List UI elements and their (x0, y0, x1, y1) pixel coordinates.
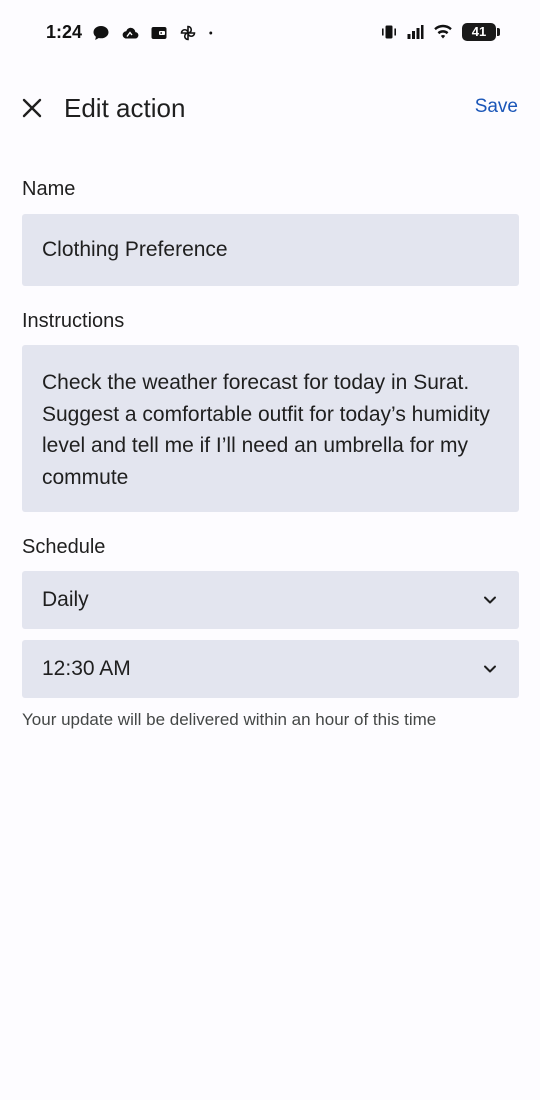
chevron-down-icon (484, 596, 496, 604)
wallet-icon (151, 27, 167, 39)
notification-icons (92, 24, 218, 42)
signal-icon (407, 25, 424, 39)
pinwheel-icon (180, 25, 196, 41)
status-bar: 1:24 41 (0, 0, 540, 66)
wifi-icon (434, 24, 452, 39)
system-icons: 41 (380, 23, 500, 41)
schedule-helper-text: Your update will be delivered within an … (22, 710, 437, 729)
chat-bubble-icon (93, 26, 109, 40)
edit-action-screen: 1:24 41 Edit action Save Name Clothing P… (0, 0, 540, 1100)
page-title: Edit action (64, 93, 186, 123)
battery-icon: 41 (462, 23, 500, 41)
top-app-bar: Edit action Save (0, 80, 540, 136)
notification-dot-icon (209, 31, 213, 35)
name-label: Name (22, 178, 76, 200)
chevron-down-icon (484, 665, 496, 673)
frequency-value: Daily (42, 588, 89, 611)
instructions-label: Instructions (22, 310, 125, 332)
status-time: 1:24 (46, 22, 83, 42)
time-value: 12:30 AM (42, 657, 131, 680)
battery-level: 41 (471, 24, 487, 39)
close-icon (22, 98, 42, 118)
vibrate-icon (382, 25, 396, 39)
schedule-label: Schedule (22, 536, 106, 558)
save-button[interactable]: Save (475, 96, 518, 118)
cloud-icon (122, 27, 139, 39)
name-field[interactable]: Clothing Preference (22, 214, 519, 286)
instructions-field[interactable]: Check the weather forecast for today in … (22, 345, 519, 512)
close-button[interactable] (16, 92, 48, 124)
time-dropdown[interactable]: 12:30 AM (22, 640, 519, 698)
frequency-dropdown[interactable]: Daily (22, 571, 519, 629)
